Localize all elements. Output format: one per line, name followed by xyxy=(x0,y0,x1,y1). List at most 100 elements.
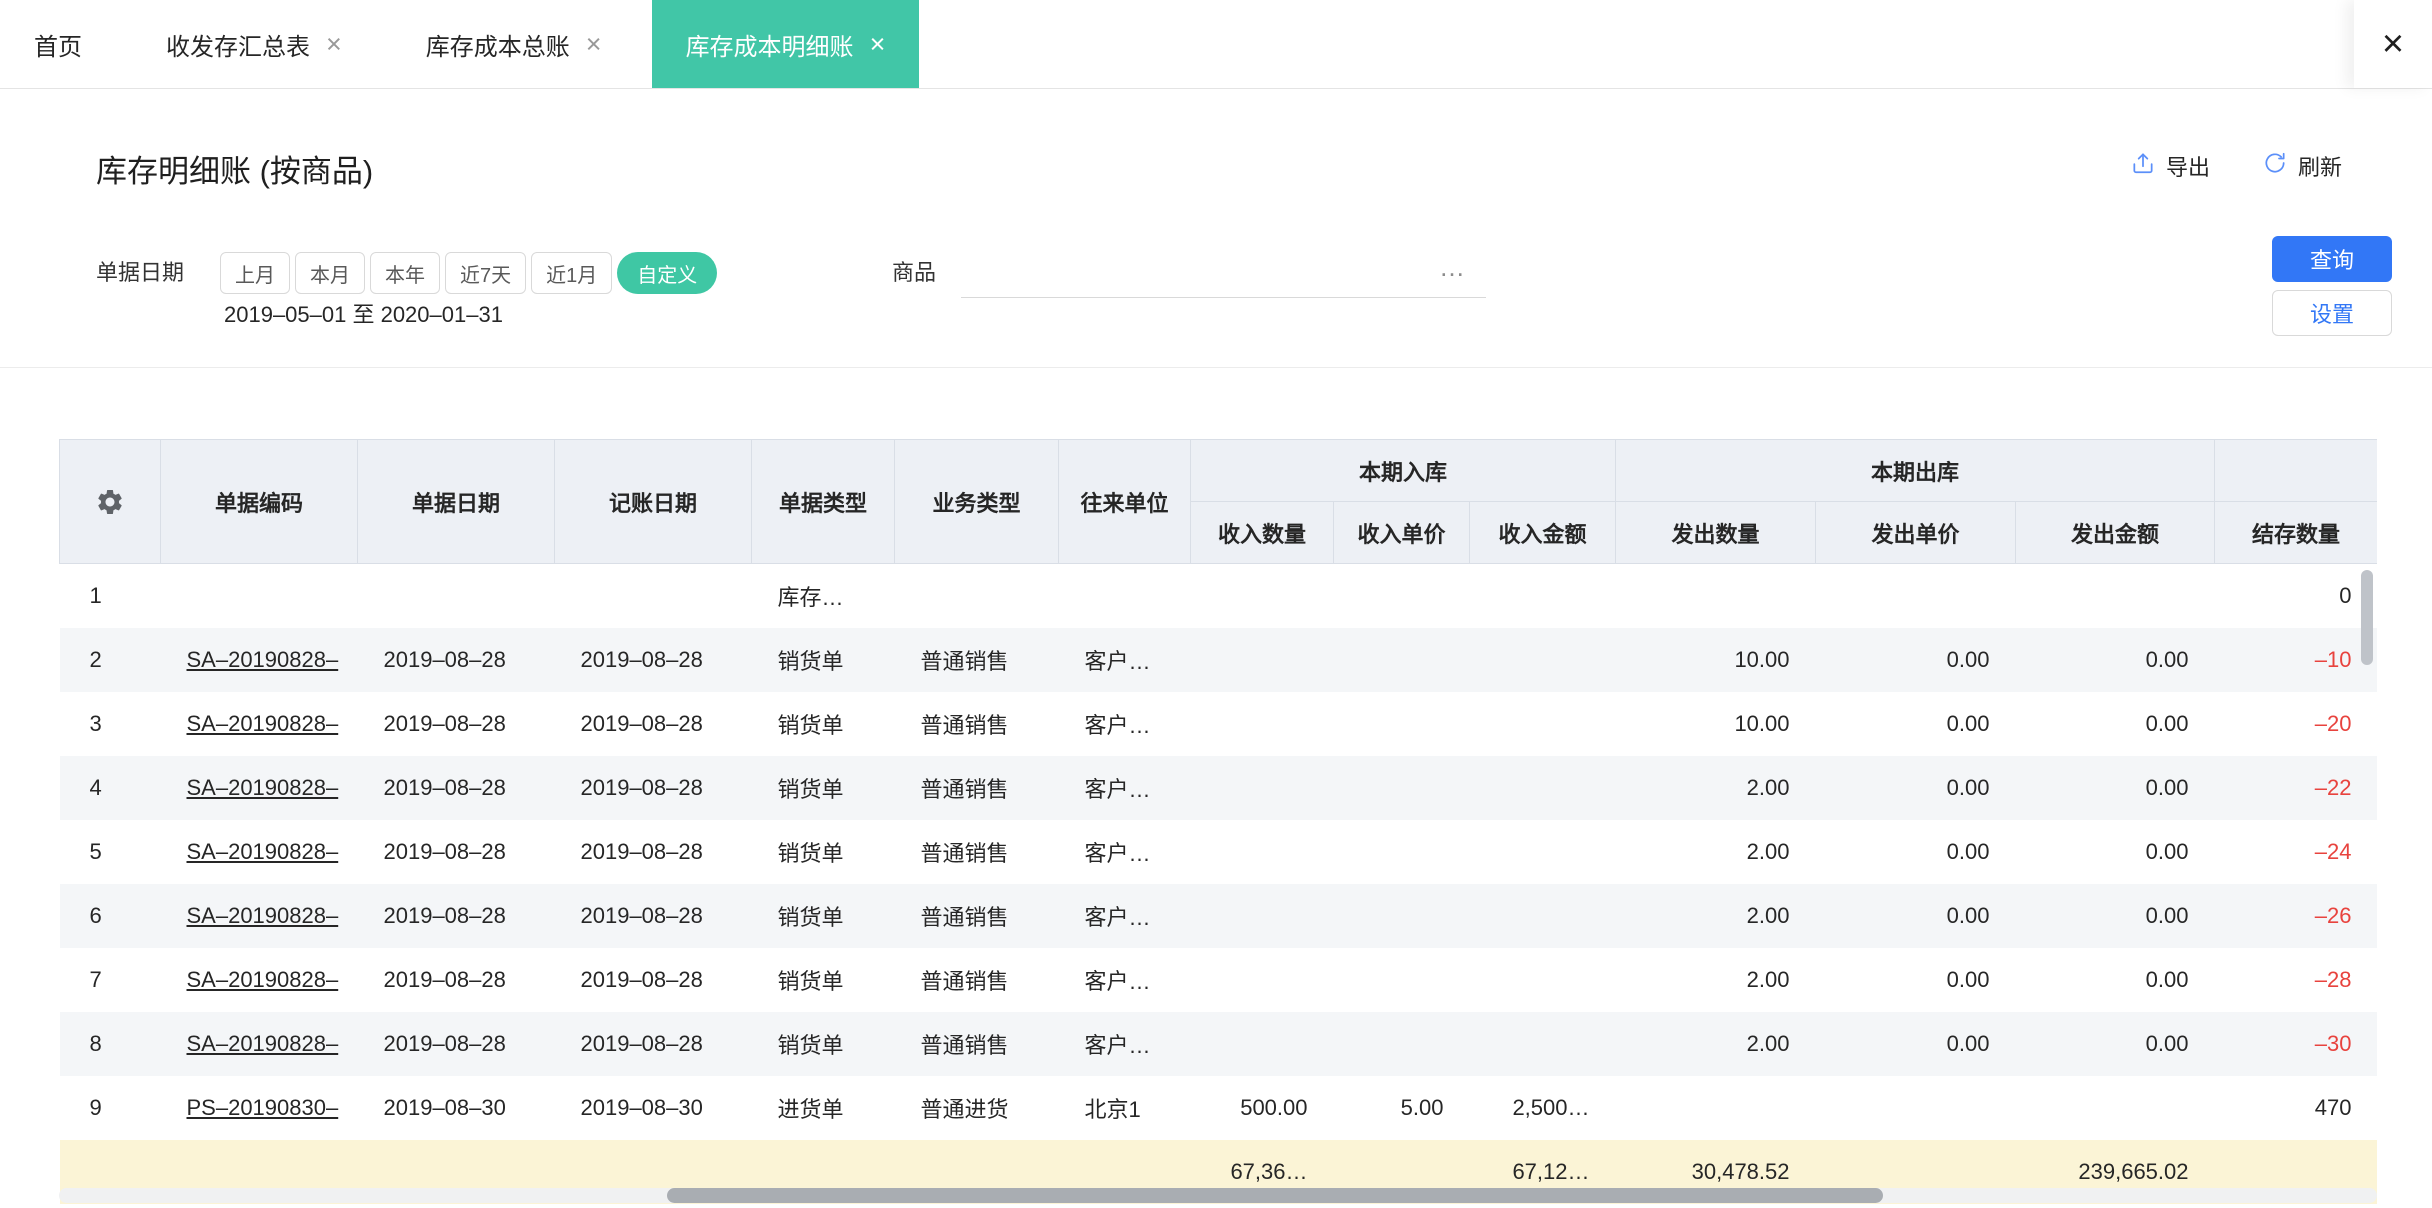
header-actions: 导出 刷新 xyxy=(2130,150,2342,182)
cell-out-amount: 0.00 xyxy=(2145,774,2189,800)
tab-3[interactable]: 库存成本总账 × xyxy=(392,0,636,88)
table-row[interactable]: 2 SA–20190828– 2019–08–28 2019–08–28 销货单 普通销售… xyxy=(59,627,2377,692)
tab-close-icon[interactable]: × xyxy=(870,30,886,58)
date-filter-label: 单据日期 xyxy=(96,260,185,285)
cell-out-qty: 2.00 xyxy=(1746,774,1790,800)
cell-out-price: 0.00 xyxy=(1946,902,1990,928)
tab-4[interactable]: 库存成本明细账 × xyxy=(651,0,920,88)
cell-biz-type: 普通销售 xyxy=(920,1032,1009,1058)
quick-range-4[interactable]: 近7天 xyxy=(445,252,527,294)
cell-out-qty: 2.00 xyxy=(1746,966,1790,992)
tab-close-icon[interactable]: × xyxy=(586,30,602,58)
horizontal-scrollbar[interactable] xyxy=(667,1188,1883,1203)
col-header-posting-date[interactable]: 记账日期 xyxy=(554,439,752,564)
col-header-in-amount[interactable]: 收入金额 xyxy=(1469,501,1616,564)
date-range-value[interactable]: 2019–05–01 至 2020–01–31 xyxy=(224,300,503,330)
quick-range-2[interactable]: 本月 xyxy=(295,252,365,294)
table-row[interactable]: 6 SA–20190828– 2019–08–28 2019–08–28 销货单 普通销售… xyxy=(59,883,2377,948)
cell-doc-code: SA–20190828– xyxy=(161,692,358,756)
refresh-label: 刷新 xyxy=(2297,155,2342,180)
cell-out-qty: 2.00 xyxy=(1746,1030,1790,1056)
table-row[interactable]: 7 SA–20190828– 2019–08–28 2019–08–28 销货单 普通销售… xyxy=(60,948,2378,1012)
cell-doc-type: 销货单 xyxy=(777,776,844,802)
vertical-scrollbar[interactable] xyxy=(2361,570,2373,665)
quick-range-3[interactable]: 本年 xyxy=(370,252,440,294)
tab-1[interactable]: 首页 xyxy=(0,0,116,88)
cell-in-qty xyxy=(1191,884,1334,948)
settings-button[interactable]: 设置 xyxy=(2272,290,2392,336)
doc-code-link[interactable]: SA–20190828– xyxy=(187,903,339,928)
doc-code-link[interactable]: SA–20190828– xyxy=(187,775,339,800)
col-header-balance-qty[interactable]: 结存数量 xyxy=(2214,501,2377,564)
cell-doc-type: 销货单 xyxy=(777,968,844,994)
cell-balance-qty: –28 xyxy=(2314,966,2352,992)
query-button[interactable]: 查询 xyxy=(2272,236,2392,282)
col-header-out-price[interactable]: 发出单价 xyxy=(1815,501,2016,564)
cell-no: 1 xyxy=(89,582,102,608)
cell-biz-type: 普通销售 xyxy=(920,776,1009,802)
cell-out-price: 0.00 xyxy=(1946,710,1990,736)
table-row[interactable]: 5 SA–20190828– 2019–08–28 2019–08–28 销货单 普通销售… xyxy=(60,820,2378,884)
col-header-out-qty[interactable]: 发出数量 xyxy=(1615,501,1816,564)
cell-doc-type: 销货单 xyxy=(777,840,844,866)
column-settings-button[interactable] xyxy=(59,439,161,564)
cell-biz-type: 普通进货 xyxy=(920,1096,1009,1122)
cell-posting-date: 2019–08–28 xyxy=(580,646,703,672)
cell-partner: 北京1 xyxy=(1084,1096,1141,1122)
cell-in-qty xyxy=(1191,564,1334,628)
table-row[interactable]: 4 SA–20190828– 2019–08–28 2019–08–28 销货单 普通销售… xyxy=(59,755,2377,820)
col-header-in-price[interactable]: 收入单价 xyxy=(1333,501,1470,564)
cell-no: 8 xyxy=(89,1030,102,1056)
cell-in-amount xyxy=(1470,628,1616,692)
doc-code-link[interactable]: SA–20190828– xyxy=(187,647,339,672)
cell-doc-code xyxy=(161,564,358,628)
table-body: 1 库存… 0 2 SA–20190828– 2019–08–28 2019–08–28 销货… xyxy=(59,564,2378,1140)
cell-doc-date: 2019–08–28 xyxy=(383,710,506,736)
quick-range-5[interactable]: 近1月 xyxy=(531,252,613,294)
cell-in-amount xyxy=(1470,884,1616,948)
cell-out-qty xyxy=(1616,564,1816,628)
col-header-out-amount[interactable]: 发出金额 xyxy=(2015,501,2215,564)
cell-in-qty xyxy=(1191,948,1334,1012)
close-all-icon[interactable]: × xyxy=(2354,0,2432,88)
doc-code-link[interactable]: SA–20190828– xyxy=(187,711,339,736)
col-header-doc-type[interactable]: 单据类型 xyxy=(751,439,895,564)
col-header-partner[interactable]: 往来单位 xyxy=(1058,439,1191,564)
table-row[interactable]: 9 PS–20190830– 2019–08–30 2019–08–30 进货单 普通进货… xyxy=(60,1076,2378,1140)
col-header-doc-code[interactable]: 单据编码 xyxy=(160,439,358,564)
cell-doc-date xyxy=(358,564,555,628)
cell-in-amount xyxy=(1470,1012,1616,1076)
cell-out-amount xyxy=(2016,564,2215,628)
tab-2[interactable]: 收发存汇总表 × xyxy=(132,0,376,88)
col-header-biz-type[interactable]: 业务类型 xyxy=(894,439,1059,564)
doc-code-link[interactable]: PS–20190830– xyxy=(187,1095,339,1120)
export-button[interactable]: 导出 xyxy=(2130,150,2210,182)
product-input[interactable]: … xyxy=(961,250,1486,298)
cell-doc-code: SA–20190828– xyxy=(161,756,358,820)
cell-in-qty: 500.00 xyxy=(1240,1094,1308,1120)
table-row[interactable]: 3 SA–20190828– 2019–08–28 2019–08–28 销货单 普通销售… xyxy=(60,692,2378,756)
doc-code-link[interactable]: SA–20190828– xyxy=(187,1031,339,1056)
refresh-button[interactable]: 刷新 xyxy=(2262,150,2342,182)
cell-balance-qty: 470 xyxy=(2314,1094,2352,1120)
page-title: 库存明细账 (按商品) xyxy=(96,154,374,189)
doc-code-link[interactable]: SA–20190828– xyxy=(187,839,339,864)
tab-close-icon[interactable]: × xyxy=(326,30,342,58)
cell-biz-type: 普通销售 xyxy=(920,904,1009,930)
more-options-icon[interactable]: … xyxy=(1439,252,1468,283)
cell-out-amount xyxy=(2016,1076,2215,1140)
cell-in-qty xyxy=(1191,628,1334,692)
doc-code-link[interactable]: SA–20190828– xyxy=(187,967,339,992)
table-row[interactable]: 1 库存… 0 xyxy=(60,564,2378,628)
cell-doc-date: 2019–08–28 xyxy=(383,838,506,864)
table-row[interactable]: 8 SA–20190828– 2019–08–28 2019–08–28 销货单 普通销售… xyxy=(59,1011,2377,1076)
col-header-doc-date[interactable]: 单据日期 xyxy=(357,439,555,564)
cell-out-price: 0.00 xyxy=(1946,838,1990,864)
quick-range-1[interactable]: 上月 xyxy=(220,252,290,294)
col-header-in-qty[interactable]: 收入数量 xyxy=(1190,501,1334,564)
custom-range-button[interactable]: 自定义 xyxy=(617,252,718,294)
cell-out-qty: 2.00 xyxy=(1746,902,1790,928)
cell-posting-date xyxy=(555,564,752,628)
cell-posting-date: 2019–08–28 xyxy=(580,774,703,800)
cell-partner: 客户… xyxy=(1084,1032,1151,1058)
